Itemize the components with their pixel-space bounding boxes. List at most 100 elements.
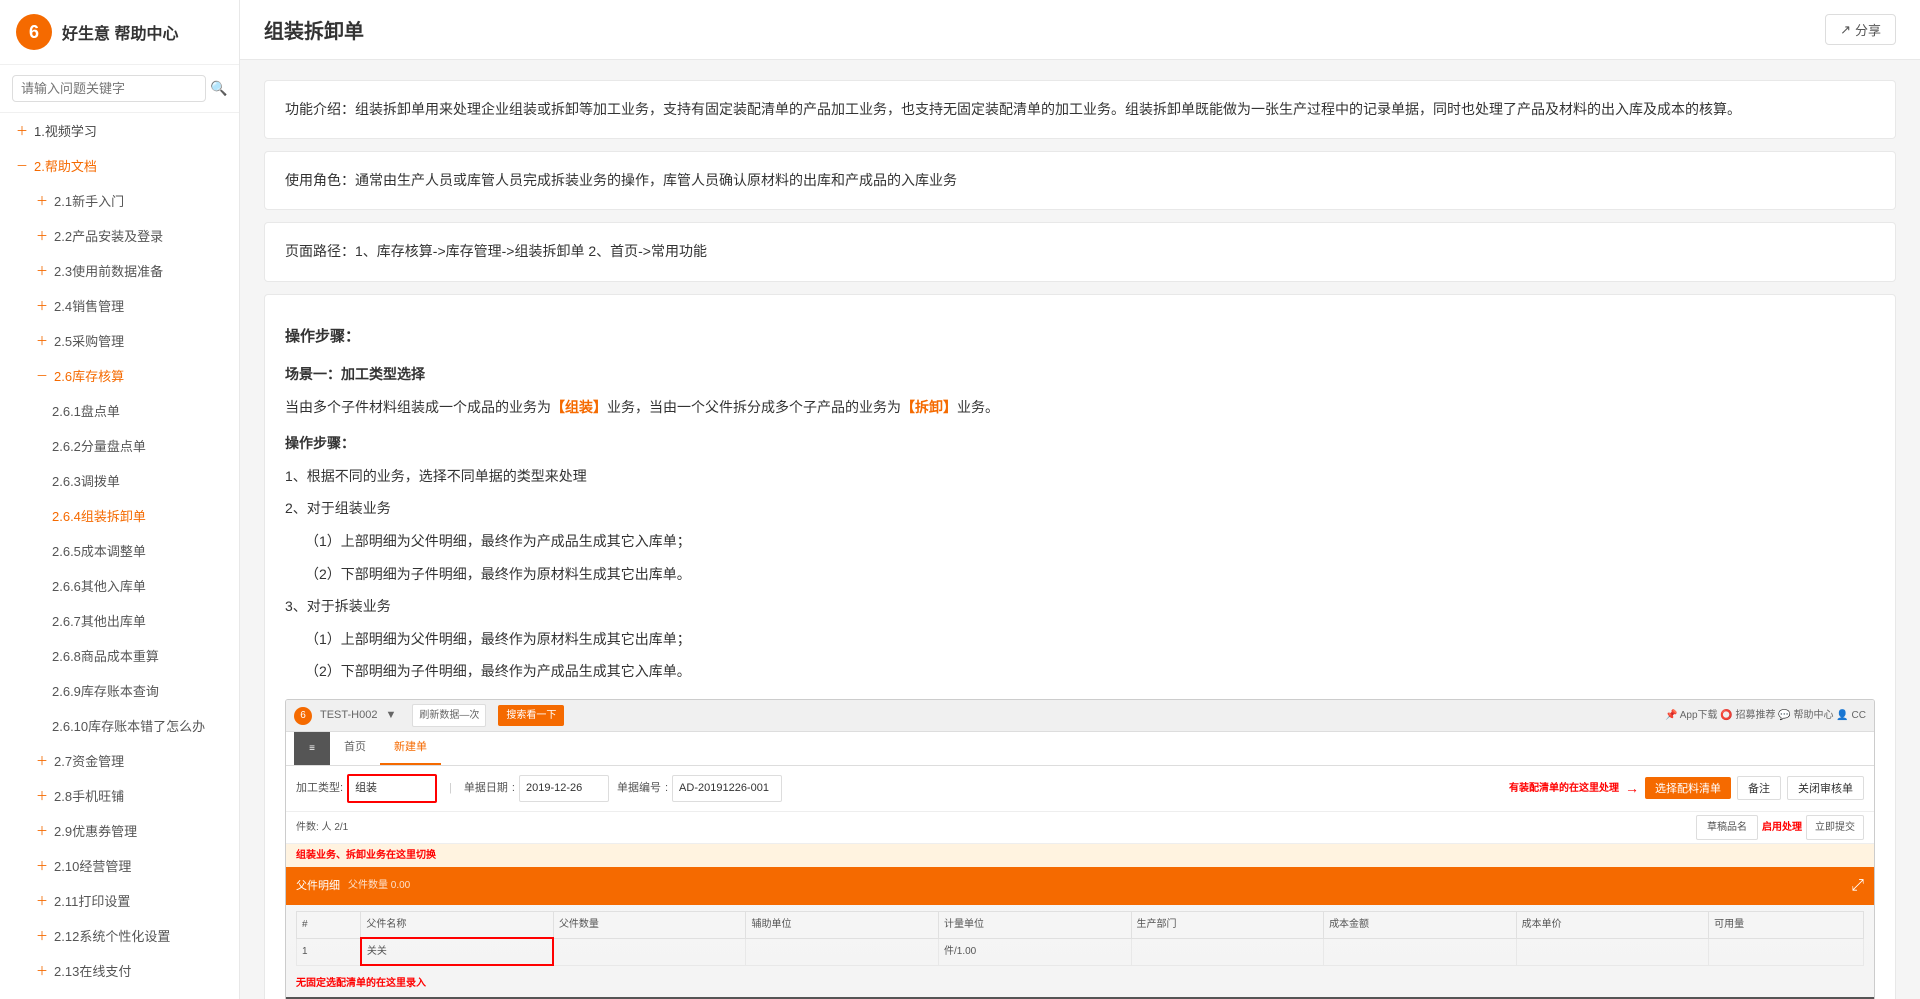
sidebar-item-inv8-label: 2.6.8商品成本重算 <box>52 646 159 665</box>
sidebar-item-purchase[interactable]: ＋ 2.5采购管理 <box>0 323 239 358</box>
sidebar-item-prepare[interactable]: ＋ 2.3使用前数据准备 <box>0 253 239 288</box>
sidebar-item-inv4-label: 2.6.4组装拆卸单 <box>52 506 146 525</box>
sc-type-field: 加工类型: 组装 <box>296 774 437 803</box>
sidebar-item-coupon-label: 2.9优惠券管理 <box>54 821 137 840</box>
scene1-desc: 当由多个子件材料组装成一个成品的业务为【组装】业务，当由一个父件拆分成多个子产品… <box>285 394 1875 421</box>
ops-title: 操作步骤： <box>285 323 1875 352</box>
sidebar-item-inv4[interactable]: 2.6.4组装拆卸单 <box>0 498 239 533</box>
sidebar-item-inv9[interactable]: 2.6.9库存账本查询 <box>0 673 239 708</box>
sidebar-item-mobile[interactable]: ＋ 2.8手机旺铺 <box>0 778 239 813</box>
sidebar-item-operation[interactable]: ＋ 2.10经营管理 <box>0 848 239 883</box>
plus-icon-2: ＋ <box>36 192 48 209</box>
sc-annotation2-banner: 组装业务、拆卸业务在这里切换 <box>286 844 1874 867</box>
sc-annotation2: 组装业务、拆卸业务在这里切换 <box>296 850 436 861</box>
sidebar-item-docs[interactable]: － 2.帮助文档 <box>0 148 239 183</box>
screenshot-mock: 6 TEST-H002 ▼ 刷新数据—次 搜索看一下 📌 App下载 ⭕ 招募推… <box>286 700 1874 999</box>
plus-icon-9: ＋ <box>36 822 48 839</box>
sidebar-item-print[interactable]: ＋ 2.11打印设置 <box>0 883 239 918</box>
sc-btn-close: 关闭审核单 <box>1787 776 1864 800</box>
path-card: 页面路径：1、库存核算->库存管理->组装拆卸单 2、首页->常用功能 <box>264 222 1896 281</box>
search-input[interactable] <box>12 75 206 102</box>
sc-annotation4-area: 无固定选配清单的在这里录入 <box>286 972 1874 997</box>
sidebar-item-video[interactable]: ＋ 1.视频学习 <box>0 113 239 148</box>
plus-icon-7: ＋ <box>36 752 48 769</box>
sidebar-item-inv6-label: 2.6.6其他入库单 <box>52 576 146 595</box>
sidebar-item-coupon[interactable]: ＋ 2.9优惠券管理 <box>0 813 239 848</box>
sidebar-item-sales[interactable]: ＋ 2.4销售管理 <box>0 288 239 323</box>
sc-refresh-btn: 刷新数据—次 <box>412 704 486 727</box>
plus-icon-6: ＋ <box>36 332 48 349</box>
sidebar-item-install-label: 2.2产品安装及登录 <box>54 226 163 245</box>
sidebar-item-payment-label: 2.13在线支付 <box>54 961 131 980</box>
sc-annotation3-area: 草稿品名 启用处理 立即提交 <box>1696 815 1864 840</box>
minus-icon: － <box>16 157 28 174</box>
sc-tabbar: ≡ 首页 新建单 <box>286 732 1874 766</box>
step3-sub2: （2）下部明细为子件明细，最终作为产成品生成其它入库单。 <box>285 658 1875 685</box>
intro-card: 功能介绍：组装拆卸单用来处理企业组装或拆卸等加工业务，支持有固定装配清单的产品加… <box>264 80 1896 139</box>
sidebar-item-install[interactable]: ＋ 2.2产品安装及登录 <box>0 218 239 253</box>
sidebar-header: 6 好生意 帮助中心 <box>0 0 239 65</box>
sidebar-item-inv10[interactable]: 2.6.10库存账本错了怎么办 <box>0 708 239 743</box>
sc-tab-home: 首页 <box>330 732 380 765</box>
sc-order-value: AD-20191226-001 <box>672 775 782 802</box>
sc-annotation3: 启用处理 <box>1762 818 1802 837</box>
sidebar-item-inv1-label: 2.6.1盘点单 <box>52 401 120 420</box>
sidebar-item-video-label: 1.视频学习 <box>34 121 97 140</box>
main-header: 组装拆卸单 ↗ 分享 <box>240 0 1920 60</box>
sc-topbar-text: TEST-H002 <box>320 705 377 726</box>
sidebar-item-payment[interactable]: ＋ 2.13在线支付 <box>0 953 239 988</box>
nav-section: ＋ 1.视频学习 － 2.帮助文档 ＋ 2.1新手入门 ＋ 2.2产品安装及登录… <box>0 113 239 999</box>
plus-icon-3: ＋ <box>36 227 48 244</box>
main-panel: 组装拆卸单 ↗ 分享 功能介绍：组装拆卸单用来处理企业组装或拆卸等加工业务，支持… <box>240 0 1920 999</box>
scene1-title: 场景一：加工类型选择 <box>285 361 1875 388</box>
sidebar-item-newcomer[interactable]: ＋ 2.1新手入门 <box>0 183 239 218</box>
main-content: 功能介绍：组装拆卸单用来处理企业组装或拆卸等加工业务，支持有固定装配清单的产品加… <box>240 60 1920 999</box>
sidebar-item-inv5-label: 2.6.5成本调整单 <box>52 541 146 560</box>
sidebar-item-personalize[interactable]: ＋ 2.12系统个性化设置 <box>0 918 239 953</box>
step2-text: 2、对于组装业务 <box>285 495 1875 522</box>
share-icon: ↗ <box>1840 22 1851 38</box>
sc-expand-icon: ⤢ <box>1851 871 1864 901</box>
sc-status-input: 草稿品名 <box>1696 815 1758 840</box>
sidebar-item-inv6[interactable]: 2.6.6其他入库单 <box>0 568 239 603</box>
step3-text: 3、对于拆装业务 <box>285 593 1875 620</box>
sc-type-label: 加工类型: <box>296 778 343 799</box>
share-button[interactable]: ↗ 分享 <box>1825 14 1896 45</box>
sidebar-item-prepare-label: 2.3使用前数据准备 <box>54 261 163 280</box>
sidebar-item-purchase-label: 2.5采购管理 <box>54 331 124 350</box>
sc-annotation1: 有装配清单的在这里处理 <box>1509 779 1619 798</box>
sc-top-table-section: # 父件名称 父件数量 辅助单位 计量单位 生产部门 成本金额 成本单价 可用量 <box>286 905 1874 972</box>
role-card: 使用角色：通常由生产人员或库管人员完成拆装业务的操作，库管人员确认原材料的出库和… <box>264 151 1896 210</box>
sidebar-item-inv3[interactable]: 2.6.3调拨单 <box>0 463 239 498</box>
plus-icon-4: ＋ <box>36 262 48 279</box>
sidebar-item-inv1[interactable]: 2.6.1盘点单 <box>0 393 239 428</box>
sidebar-item-capital[interactable]: ＋ 2.7资金管理 <box>0 743 239 778</box>
sidebar-item-newcomer-label: 2.1新手入门 <box>54 191 124 210</box>
plus-icon: ＋ <box>16 122 28 139</box>
sidebar-item-inv7[interactable]: 2.6.7其他出库单 <box>0 603 239 638</box>
minus-icon-2: － <box>36 367 48 384</box>
sidebar-item-faq[interactable]: ＋ 2.14常见问题 <box>0 988 239 999</box>
plus-icon-12: ＋ <box>36 927 48 944</box>
share-label: 分享 <box>1855 20 1881 39</box>
scene1-steps-title: 操作步骤： <box>285 430 1875 457</box>
sc-sidebar-icon: ≡ <box>294 732 330 765</box>
sc-status-bar: 件数: 人 2/1 草稿品名 启用处理 立即提交 <box>286 812 1874 844</box>
sidebar-item-inventory-label: 2.6库存核算 <box>54 366 124 385</box>
plus-icon-10: ＋ <box>36 857 48 874</box>
sidebar-item-personalize-label: 2.12系统个性化设置 <box>54 926 170 945</box>
sc-btn-remark: 备注 <box>1737 776 1781 800</box>
sc-order-field: 单据编号: AD-20191226-001 <box>617 775 782 802</box>
plus-icon-5: ＋ <box>36 297 48 314</box>
sidebar-item-inventory[interactable]: － 2.6库存核算 <box>0 358 239 393</box>
plus-icon-13: ＋ <box>36 962 48 979</box>
sidebar-item-inv8[interactable]: 2.6.8商品成本重算 <box>0 638 239 673</box>
page-title: 组装拆卸单 <box>264 15 364 44</box>
sidebar-item-inv5[interactable]: 2.6.5成本调整单 <box>0 533 239 568</box>
sidebar-item-inv9-label: 2.6.9库存账本查询 <box>52 681 159 700</box>
sc-section-header: 父件明细 父件数量 0.00 ⤢ <box>286 867 1874 905</box>
sidebar-item-mobile-label: 2.8手机旺铺 <box>54 786 124 805</box>
sidebar-item-inv2[interactable]: 2.6.2分量盘点单 <box>0 428 239 463</box>
search-button[interactable]: 🔍 <box>210 80 227 97</box>
sc-order-label: 单据编号 <box>617 778 661 799</box>
